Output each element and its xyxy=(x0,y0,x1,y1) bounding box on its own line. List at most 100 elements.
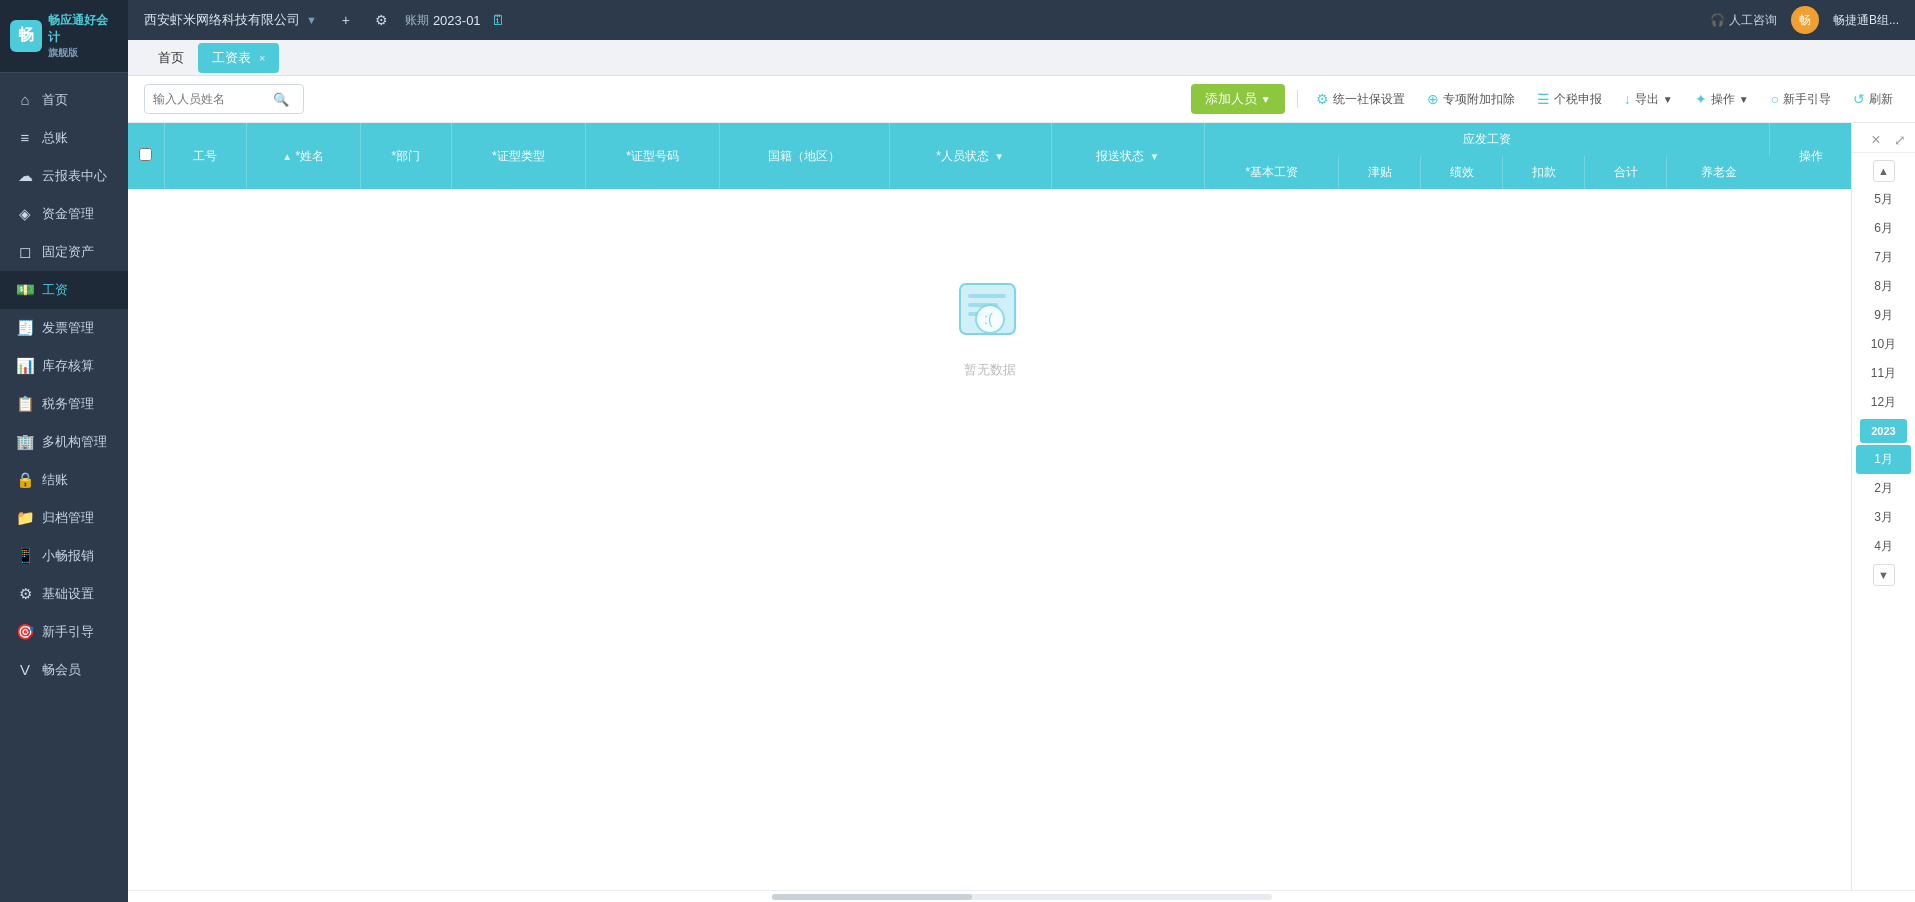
operations-arrow-icon: ▼ xyxy=(1739,94,1749,105)
month-item-2022-5[interactable]: 5月 xyxy=(1856,185,1911,214)
empty-state: :( 暂无数据 xyxy=(128,189,1851,459)
status-filter-icon[interactable]: ▼ xyxy=(994,151,1004,162)
guide-icon: ○ xyxy=(1771,91,1779,107)
col-nationality: 国籍（地区） xyxy=(720,123,889,189)
special-deduction-action[interactable]: ⊕ 专项附加扣除 xyxy=(1421,87,1521,112)
horizontal-scrollbar[interactable] xyxy=(772,894,1272,900)
month-item-2023-1[interactable]: 1月 xyxy=(1856,445,1911,474)
sidebar-item-multi-org[interactable]: 🏢 多机构管理 xyxy=(0,423,128,461)
month-item-2022-6[interactable]: 6月 xyxy=(1856,214,1911,243)
sidebar-item-salary[interactable]: 💵 工资 xyxy=(0,271,128,309)
invoice-icon: 🧾 xyxy=(16,319,34,337)
calendar-button[interactable]: 🗓 xyxy=(485,7,511,33)
toolbar-right: 添加人员 ▼ ⚙ 统一社保设置 ⊕ 专项附加扣除 ☰ 个税申报 ↓ 导出 ▼ xyxy=(1191,84,1899,114)
sidebar-item-label: 税务管理 xyxy=(42,395,94,413)
sidebar-item-member[interactable]: V 畅会员 xyxy=(0,651,128,689)
toolbar: 🔍 添加人员 ▼ ⚙ 统一社保设置 ⊕ 专项附加扣除 ☰ 个税申报 ↓ 导出 xyxy=(128,76,1915,123)
data-table: 工号 ▲ *姓名 *部门 *证型类型 *证型号码 xyxy=(128,123,1851,189)
scrollbar-thumb[interactable] xyxy=(772,894,972,900)
guide-icon: 🎯 xyxy=(16,623,34,641)
toolbar-divider-1 xyxy=(1297,90,1298,108)
table-container: 工号 ▲ *姓名 *部门 *证型类型 *证型号码 xyxy=(128,123,1851,890)
col-status: *人员状态 ▼ xyxy=(889,123,1051,189)
tax-label: 个税申报 xyxy=(1554,91,1602,108)
month-item-2022-9[interactable]: 9月 xyxy=(1856,301,1911,330)
empty-icon: :( xyxy=(950,269,1030,349)
sidebar-item-home[interactable]: ⌂ 首页 xyxy=(0,81,128,119)
month-item-2022-10[interactable]: 10月 xyxy=(1856,330,1911,359)
col-id-number: *证型号码 xyxy=(585,123,719,189)
operations-label: 操作 xyxy=(1711,91,1735,108)
sidebar-item-ledger[interactable]: ≡ 总账 xyxy=(0,119,128,157)
service-label: 人工咨询 xyxy=(1729,12,1777,29)
col-employee-id: 工号 xyxy=(164,123,246,189)
content-area: 工号 ▲ *姓名 *部门 *证型类型 *证型号码 xyxy=(128,123,1915,890)
sidebar-item-label: 多机构管理 xyxy=(42,433,107,451)
svg-rect-1 xyxy=(968,294,1006,298)
sidebar-nav: ⌂ 首页 ≡ 总账 ☁ 云报表中心 ◈ 资金管理 ◻ 固定资产 💵 工资 🧾 发… xyxy=(0,73,128,902)
fund-icon: ◈ xyxy=(16,205,34,223)
tax-report-action[interactable]: ☰ 个税申报 xyxy=(1531,87,1608,112)
search-box[interactable]: 🔍 xyxy=(144,84,304,114)
sidebar-item-basic-settings[interactable]: ⚙ 基础设置 xyxy=(0,575,128,613)
checkbox-header[interactable] xyxy=(128,123,164,189)
topbar-actions: + ⚙ xyxy=(333,7,395,33)
add-company-button[interactable]: + xyxy=(333,7,359,33)
sidebar-item-close-account[interactable]: 🔒 结账 xyxy=(0,461,128,499)
month-item-2023-4[interactable]: 4月 xyxy=(1856,532,1911,561)
sidebar-item-label: 首页 xyxy=(42,91,68,109)
social-security-icon: ⚙ xyxy=(1316,91,1329,107)
refresh-action[interactable]: ↺ 刷新 xyxy=(1847,87,1899,112)
month-item-2022-11[interactable]: 11月 xyxy=(1856,359,1911,388)
service-button[interactable]: 🎧 人工咨询 xyxy=(1710,12,1777,29)
operations-action[interactable]: ✦ 操作 ▼ xyxy=(1689,87,1755,112)
month-item-2023-3[interactable]: 3月 xyxy=(1856,503,1911,532)
month-item-2022-7[interactable]: 7月 xyxy=(1856,243,1911,272)
col-dept: *部门 xyxy=(361,123,452,189)
guide-action[interactable]: ○ 新手引导 xyxy=(1765,87,1837,112)
year-2023-label: 2023 xyxy=(1860,419,1907,443)
col-name: ▲ *姓名 xyxy=(246,123,361,189)
sidebar-item-inventory[interactable]: 📊 库存核算 xyxy=(0,347,128,385)
month-next-button[interactable]: ▼ xyxy=(1873,564,1895,586)
sidebar-item-archive[interactable]: 📁 归档管理 xyxy=(0,499,128,537)
tax-icon: ☰ xyxy=(1537,91,1550,107)
refresh-icon: ↺ xyxy=(1853,91,1865,107)
home-icon: ⌂ xyxy=(16,91,34,108)
app-logo: 畅 畅应通好会计 旗舰版 xyxy=(0,0,128,73)
tab-close-icon[interactable]: × xyxy=(259,52,265,64)
tab-salary-label: 工资表 xyxy=(212,49,251,67)
settings-button[interactable]: ⚙ xyxy=(369,7,395,33)
tab-salary[interactable]: 工资表 × xyxy=(198,43,279,73)
topbar: 西安虾米网络科技有限公司 ▼ + ⚙ 账期 2023-01 🗓 🎧 人工咨询 畅… xyxy=(128,0,1915,40)
tab-home[interactable]: 首页 xyxy=(144,43,198,73)
sub-col-performance: 绩效 xyxy=(1421,156,1503,189)
select-all-checkbox[interactable] xyxy=(139,148,152,161)
add-person-button[interactable]: 添加人员 ▼ xyxy=(1191,84,1285,114)
company-selector[interactable]: 西安虾米网络科技有限公司 ▼ xyxy=(144,11,317,29)
close-account-icon: 🔒 xyxy=(16,471,34,489)
month-item-2022-8[interactable]: 8月 xyxy=(1856,272,1911,301)
sidebar-item-invoice[interactable]: 🧾 发票管理 xyxy=(0,309,128,347)
panel-close-button[interactable]: × xyxy=(1865,129,1887,151)
sidebar-item-tax[interactable]: 📋 税务管理 xyxy=(0,385,128,423)
deduction-icon: ⊕ xyxy=(1427,91,1439,107)
month-item-2022-12[interactable]: 12月 xyxy=(1856,388,1911,417)
month-prev-button[interactable]: ▲ xyxy=(1873,160,1895,182)
search-input[interactable] xyxy=(153,92,273,106)
sidebar-item-guide[interactable]: 🎯 新手引导 xyxy=(0,613,128,651)
sidebar-item-fixed-assets[interactable]: ◻ 固定资产 xyxy=(0,233,128,271)
sidebar-item-fund[interactable]: ◈ 资金管理 xyxy=(0,195,128,233)
sidebar-item-cloud-report[interactable]: ☁ 云报表中心 xyxy=(0,157,128,195)
sidebar-item-expense[interactable]: 📱 小畅报销 xyxy=(0,537,128,575)
month-item-2023-2[interactable]: 2月 xyxy=(1856,474,1911,503)
social-security-action[interactable]: ⚙ 统一社保设置 xyxy=(1310,87,1411,112)
report-filter-icon[interactable]: ▼ xyxy=(1150,151,1160,162)
sidebar-item-label: 工资 xyxy=(42,281,68,299)
export-action[interactable]: ↓ 导出 ▼ xyxy=(1618,87,1679,112)
tax-icon: 📋 xyxy=(16,395,34,413)
sidebar-item-label: 资金管理 xyxy=(42,205,94,223)
salary-icon: 💵 xyxy=(16,281,34,299)
panel-expand-button[interactable]: ⤢ xyxy=(1889,129,1911,151)
company-dropdown-arrow: ▼ xyxy=(306,14,317,26)
